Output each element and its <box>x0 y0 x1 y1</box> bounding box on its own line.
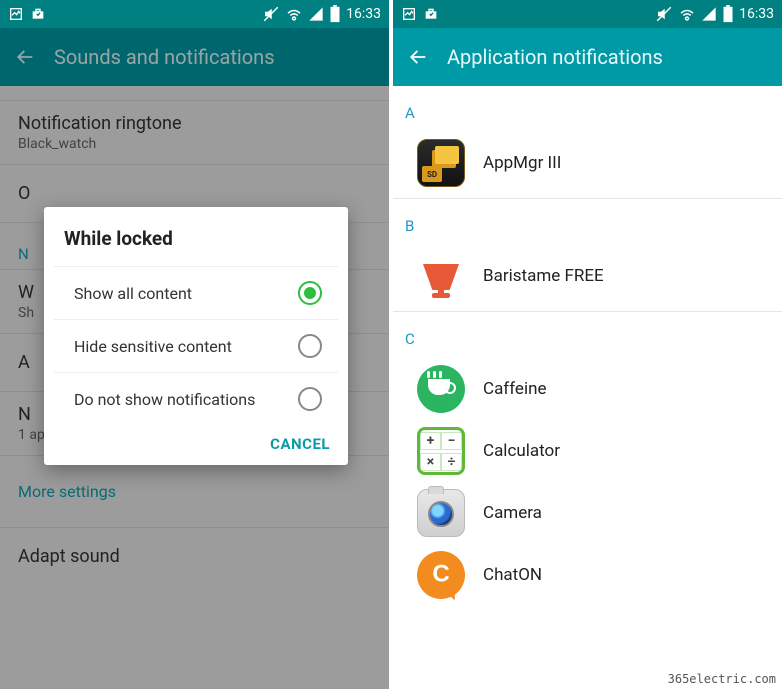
list-item-title: O <box>18 183 371 204</box>
list-item-title: More settings <box>18 482 371 501</box>
watermark: 365electric.com <box>666 671 778 687</box>
battery-icon <box>329 5 341 23</box>
radio-option-do-not-show[interactable]: Do not show notifications <box>54 372 338 425</box>
appmgr-icon: SD <box>417 139 465 187</box>
signal-icon <box>701 6 717 22</box>
battery-icon <box>722 5 734 23</box>
section-header-c: C <box>393 312 782 358</box>
list-item-title: Notification ringtone <box>18 113 371 134</box>
app-row-calculator[interactable]: +−×÷ Calculator <box>393 420 782 482</box>
mute-icon <box>262 5 280 23</box>
radio-unselected-icon <box>298 334 322 358</box>
radio-label: Hide sensitive content <box>74 337 232 356</box>
app-label: AppMgr III <box>483 153 561 173</box>
calculator-icon: +−×÷ <box>417 427 465 475</box>
screen-application-notifications: 16:33 Application notifications A SD App… <box>393 0 782 689</box>
app-label: Calculator <box>483 441 560 461</box>
briefcase-icon <box>423 6 439 22</box>
app-label: Baristame FREE <box>483 266 604 286</box>
header: Application notifications <box>393 28 782 86</box>
header-title: Application notifications <box>447 45 663 69</box>
status-clock: 16:33 <box>739 6 774 22</box>
screenshot-icon <box>8 6 24 22</box>
while-locked-dialog: While locked Show all content Hide sensi… <box>44 207 348 465</box>
screenshot-icon <box>401 6 417 22</box>
application-list: A SD AppMgr III B Baristame FREE C Caffe… <box>393 86 782 689</box>
app-label: Camera <box>483 503 542 523</box>
cancel-button[interactable]: CANCEL <box>270 435 330 453</box>
list-item-more-settings[interactable]: More settings <box>0 456 389 528</box>
radio-selected-icon <box>298 281 322 305</box>
radio-label: Show all content <box>74 284 192 303</box>
dialog-title: While locked <box>44 207 348 266</box>
dim-overlay <box>0 28 389 86</box>
list-item-title: Adapt sound <box>18 546 371 567</box>
list-item-ringtone[interactable]: Notification ringtone Black_watch <box>0 101 389 165</box>
section-header-a: A <box>393 86 782 132</box>
mute-icon <box>655 5 673 23</box>
list-item-adapt-sound[interactable]: Adapt sound <box>0 528 389 585</box>
app-row-caffeine[interactable]: Caffeine <box>393 358 782 420</box>
chaton-icon: C <box>417 551 465 599</box>
baristame-icon <box>417 252 465 300</box>
radio-unselected-icon <box>298 387 322 411</box>
radio-option-show-all[interactable]: Show all content <box>54 266 338 319</box>
status-bar: 16:33 <box>0 0 389 28</box>
section-header-b: B <box>393 199 782 245</box>
app-row-baristame[interactable]: Baristame FREE <box>393 245 782 307</box>
wifi-icon <box>285 5 303 23</box>
app-row-camera[interactable]: Camera <box>393 482 782 544</box>
app-label: Caffeine <box>483 379 546 399</box>
app-label: ChatON <box>483 565 542 585</box>
wifi-icon <box>678 5 696 23</box>
list-item-subtitle: Black_watch <box>18 136 371 152</box>
app-row-chaton[interactable]: C ChatON <box>393 544 782 606</box>
radio-option-hide-sensitive[interactable]: Hide sensitive content <box>54 319 338 372</box>
signal-icon <box>308 6 324 22</box>
radio-label: Do not show notifications <box>74 390 255 409</box>
status-bar: 16:33 <box>393 0 782 28</box>
app-row-appmgr[interactable]: SD AppMgr III <box>393 132 782 194</box>
status-clock: 16:33 <box>346 6 381 22</box>
screen-sounds-notifications: 16:33 Sounds and notifications Notificat… <box>0 0 389 689</box>
list-item[interactable] <box>0 86 389 101</box>
back-arrow-icon[interactable] <box>407 46 429 68</box>
caffeine-icon <box>417 365 465 413</box>
camera-icon <box>417 489 465 537</box>
briefcase-icon <box>30 6 46 22</box>
